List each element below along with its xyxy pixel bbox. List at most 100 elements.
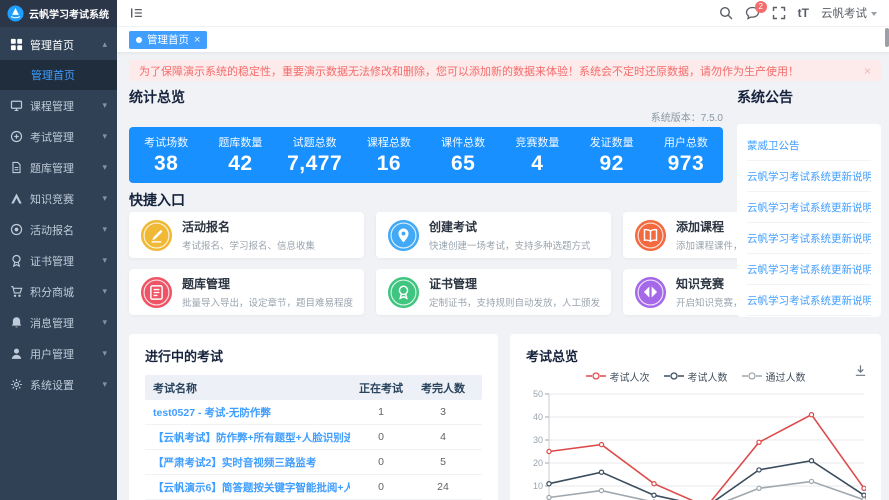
sidebar-item-question-bank[interactable]: 题库管理 ▾ [0, 152, 117, 183]
alert-text: 为了保障演示系统的稳定性，重要演示数据无法修改和删除，您可以添加新的数据来体验！… [139, 65, 799, 78]
stat-value: 16 [376, 152, 402, 175]
chevron-down-icon: ▾ [102, 348, 107, 358]
sidebar-subitem-home[interactable]: 管理首页 [0, 60, 117, 90]
exam-name-link[interactable]: 【严肃考试2】实时音视频三路监考 [153, 455, 350, 470]
stat-cell: 发证数量 92 [575, 134, 649, 176]
col-ongoing: 正在考试 [359, 382, 403, 395]
quick-entry-card-desc: 考试报名、学习报名、信息收集 [182, 241, 316, 252]
home-grid-icon [10, 38, 23, 51]
fullscreen-icon[interactable] [772, 6, 786, 20]
exam-name-link[interactable]: 【云帆演示6】简答题按关键字智能批阅+人工确认 [153, 480, 350, 495]
stat-label: 用户总数 [663, 137, 708, 149]
chevron-down-icon: ▾ [102, 100, 107, 110]
announcement-link[interactable]: 云帆学习考试系统更新说明... [747, 254, 871, 285]
scrollbar-thumb[interactable] [885, 28, 889, 47]
svg-text:20: 20 [533, 458, 543, 468]
create-exam-icon [387, 219, 420, 251]
right-column: 系统公告 蒙威卫公告 云帆学习考试系统更新说明... 云帆学习考试系统更新说明...… [737, 89, 881, 317]
ongoing-exams-table: 考试名称 正在考试 考完人数 test0527 - 考试-无防作弊 1 3 【云帆考试】防作… [145, 375, 482, 500]
chevron-down-icon: ▾ [102, 193, 107, 203]
table-header: 考试名称 正在考试 考完人数 [145, 375, 482, 400]
sidebar-item-course[interactable]: 课程管理 ▾ [0, 90, 117, 121]
course-icon [10, 100, 23, 112]
finished-count: 5 [440, 456, 446, 468]
download-icon[interactable] [854, 364, 867, 380]
stat-cell: 用户总数 973 [649, 134, 723, 176]
sidebar-item-label: 题库管理 [30, 162, 74, 175]
contest-flags-icon [635, 276, 667, 308]
tab-close-icon[interactable]: × [194, 34, 200, 46]
table-row: 【严肃考试2】实时音视频三路监考 0 5 [145, 450, 482, 475]
announcements-card: 蒙威卫公告 云帆学习考试系统更新说明... 云帆学习考试系统更新说明... 云帆学习考… [737, 124, 881, 317]
message-icon[interactable]: 2 [745, 1, 767, 20]
stat-value: 92 [599, 152, 624, 175]
system-version: 系统版本：7.5.0 [650, 113, 723, 124]
sidebar-item-certificate[interactable]: 证书管理 ▾ [0, 245, 117, 276]
chevron-down-icon: ▾ [102, 224, 107, 234]
left-column: 统计总览 系统版本：7.5.0 考试场数 38 题库数量 42 试题总数 7,477 课程总… [129, 89, 841, 317]
main-area: 2 tT 云帆考试 管理首页 × 为了保障演示系统的稳定性，重要演示数据无法修改… [117, 0, 889, 500]
chevron-down-icon: ▾ [102, 131, 107, 141]
chart-legend: 考试人次 考试人数 通过人数 [526, 369, 865, 384]
sidebar-item-label: 消息管理 [30, 317, 74, 330]
stat-cell: 题库数量 42 [203, 134, 277, 176]
alert-close-icon[interactable]: × [864, 64, 871, 78]
sidebar-item-user[interactable]: 用户管理 ▾ [0, 338, 117, 369]
finished-count: 4 [440, 431, 446, 443]
sidebar-item-label: 积分商城 [30, 286, 74, 299]
topbar-actions: 2 tT 云帆考试 [719, 1, 877, 21]
announcements-title: 系统公告 [737, 89, 793, 105]
announcement-link[interactable]: 云帆学习考试系统更新说明... [747, 161, 871, 192]
legend-item[interactable]: 考试人数 [663, 369, 728, 384]
quick-entry-qbank[interactable]: 题库管理 批量导入导出，设定章节，题目难易程度 [129, 269, 365, 315]
stat-value: 4 [531, 152, 544, 175]
announcement-link[interactable]: 云帆学习考试系统更新说明... [747, 285, 871, 316]
sidebar-item-message-bell[interactable]: 消息管理 ▾ [0, 307, 117, 338]
stat-label: 考试场数 [144, 137, 189, 149]
sidebar-item-label: 活动报名 [30, 224, 74, 237]
quick-entry-card-desc: 批量导入导出，设定章节，题目难易程度 [182, 298, 354, 309]
table-row: test0527 - 考试-无防作弊 1 3 [145, 400, 482, 425]
table-row: 【云帆演示6】简答题按关键字智能批阅+人工确认 0 24 [145, 475, 482, 500]
settings-icon [11, 379, 22, 390]
stat-label: 竞赛数量 [515, 137, 560, 149]
user-icon [11, 348, 22, 359]
quick-entry-create-exam[interactable]: 创建考试 快速创建一场考试，支持多种选题方式 [376, 212, 612, 258]
announcement-link[interactable]: 云帆学习考试系统更新说明... [747, 223, 871, 254]
announcement-link[interactable]: 蒙威卫公告 [747, 130, 871, 161]
exam-name-link[interactable]: 【云帆考试】防作弊+所有题型+人脸识别进入考试 - 考试 [153, 430, 350, 445]
sidebar-item-home-grid[interactable]: 管理首页 ▴ [0, 29, 117, 60]
search-icon[interactable] [719, 6, 733, 20]
app-logo: 云帆学习考试系统 [0, 0, 117, 27]
content: 为了保障演示系统的稳定性，重要演示数据无法修改和删除，您可以添加新的数据来体验！… [117, 53, 889, 500]
signup-icon [140, 219, 173, 251]
chevron-down-icon: ▾ [102, 162, 107, 172]
collapse-menu-icon[interactable] [129, 6, 143, 20]
quick-entry-card-title: 证书管理 [429, 277, 478, 291]
tab-home[interactable]: 管理首页 × [129, 30, 208, 49]
stat-label: 试题总数 [292, 137, 337, 149]
sidebar-item-activity[interactable]: 活动报名 ▾ [0, 214, 117, 245]
quick-entry-signup[interactable]: 活动报名 考试报名、学习报名、信息收集 [129, 212, 365, 258]
exam-name-link[interactable]: test0527 - 考试-无防作弊 [153, 405, 350, 420]
legend-item[interactable]: 考试人次 [585, 369, 650, 384]
sidebar-item-exam[interactable]: 考试管理 ▾ [0, 121, 117, 152]
sidebar-item-points-mall[interactable]: 积分商城 ▾ [0, 276, 117, 307]
sidebar-item-contest[interactable]: 知识竞赛 ▾ [0, 183, 117, 214]
stat-label: 题库数量 [218, 137, 263, 149]
stat-cell: 课程总数 16 [352, 134, 426, 176]
stat-cell: 竞赛数量 4 [500, 134, 574, 176]
legend-marker-icon [663, 372, 684, 380]
legend-item[interactable]: 通过人数 [741, 369, 806, 384]
sidebar-item-label: 知识竞赛 [30, 193, 74, 206]
sidebar-item-settings[interactable]: 系统设置 ▾ [0, 369, 117, 400]
quick-entry-cert[interactable]: 证书管理 定制证书，支持规则自动发放，人工颁发 [376, 269, 612, 315]
stat-cell: 考试场数 38 [129, 134, 203, 176]
stat-label: 课件总数 [441, 137, 486, 149]
line-chart: 01020304050 [533, 389, 866, 500]
user-menu[interactable]: 云帆考试 [821, 5, 877, 21]
ongoing-count: 0 [378, 431, 384, 443]
stat-label: 发证数量 [589, 137, 634, 149]
announcement-link[interactable]: 云帆学习考试系统更新说明... [747, 192, 871, 223]
font-size-icon[interactable]: tT [798, 6, 809, 20]
